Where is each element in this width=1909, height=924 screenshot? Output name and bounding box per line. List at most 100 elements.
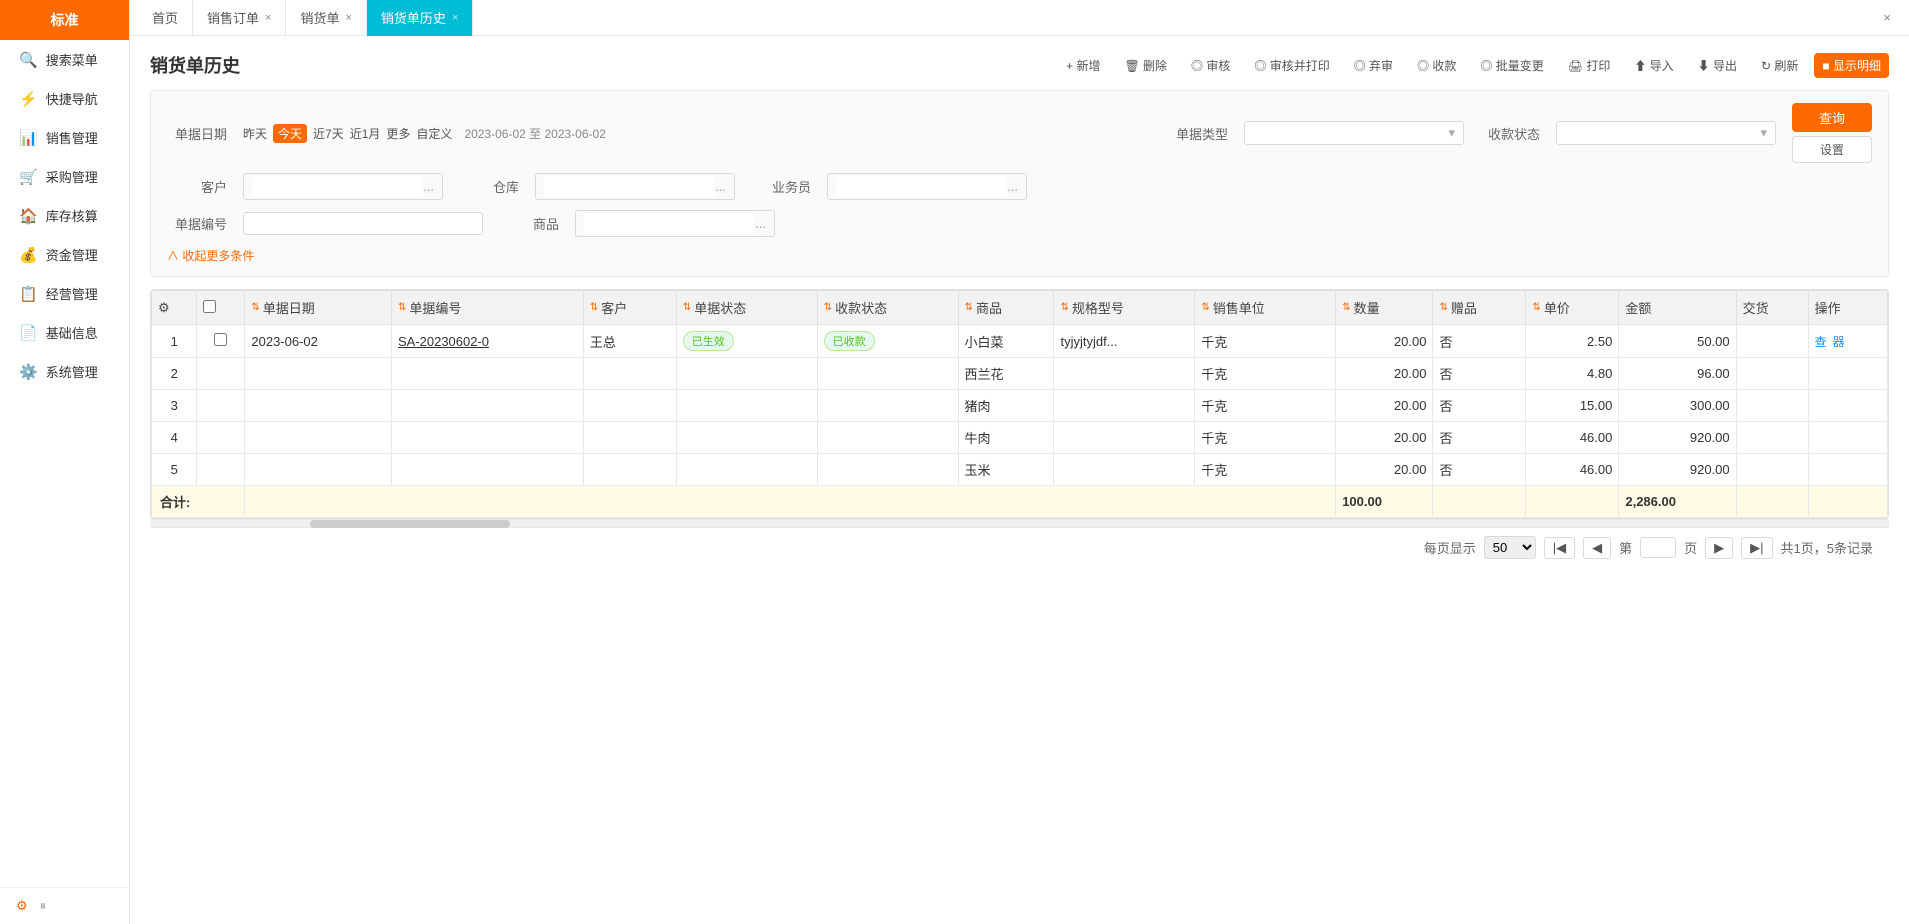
cell-trade — [1736, 454, 1808, 486]
page-first-button[interactable]: |◀ — [1544, 537, 1575, 559]
page-next-button[interactable]: ▶ — [1705, 537, 1733, 559]
th-customer-label: 客户 — [601, 298, 627, 317]
staff-input-wrap: ... — [827, 173, 1027, 200]
page-prev-button[interactable]: ◀ — [1583, 537, 1611, 559]
audit-button[interactable]: ◎ 审核 — [1183, 53, 1238, 78]
collect-status-label: 收款状态 — [1480, 124, 1540, 143]
th-spec[interactable]: ⇅规格型号 — [1054, 291, 1195, 325]
page-header: 销货单历史 + 新增 🗑 删除 ◎ 审核 ◎ 审核并打印 ◎ 弃审 ◎ 收款 ◎… — [150, 52, 1889, 78]
staff-input[interactable] — [836, 176, 1007, 197]
th-collect-status[interactable]: ⇅收款状态 — [817, 291, 958, 325]
th-price[interactable]: ⇅单价 — [1526, 291, 1619, 325]
select-all-checkbox[interactable] — [203, 300, 216, 313]
goods-input[interactable] — [584, 213, 755, 234]
sidebar-item-sales-mgmt[interactable]: 📊 销售管理 — [0, 118, 129, 157]
doc-type-select[interactable]: ▾ — [1244, 121, 1464, 145]
delete-button[interactable]: 🗑 删除 — [1116, 53, 1175, 78]
shortcut-more[interactable]: 更多 — [386, 125, 410, 142]
sidebar-item-finance-mgmt[interactable]: 💰 资金管理 — [0, 235, 129, 274]
th-doc-status[interactable]: ⇅单据状态 — [676, 291, 817, 325]
tab-sales-history-close[interactable]: × — [452, 12, 458, 24]
th-doc-no[interactable]: ⇅单据编号 — [391, 291, 583, 325]
per-page-select[interactable]: 50 100 200 — [1484, 536, 1536, 559]
print-button[interactable]: 🖨 打印 — [1560, 53, 1619, 78]
tab-sales-order-close[interactable]: × — [265, 12, 271, 24]
sidebar-item-label: 采购管理 — [46, 167, 98, 186]
sidebar-item-search-menu[interactable]: 🔍 搜索菜单 — [0, 40, 129, 79]
cell-date — [245, 454, 392, 486]
tab-sales-history[interactable]: 销货单历史 × — [367, 0, 473, 36]
goods-ellipsis[interactable]: ... — [755, 216, 766, 231]
shortcut-1month[interactable]: 近1月 — [350, 125, 381, 142]
warehouse-ellipsis[interactable]: ... — [715, 179, 726, 194]
action-btn[interactable]: 查 — [1815, 333, 1827, 350]
sidebar-item-purchase-mgmt[interactable]: 🛒 采购管理 — [0, 157, 129, 196]
page-input[interactable]: 1 — [1640, 537, 1676, 558]
tab-close-all[interactable]: × — [1873, 10, 1901, 25]
cell-customer — [583, 390, 676, 422]
cell-trade — [1736, 325, 1808, 358]
tab-home[interactable]: 首页 — [138, 0, 193, 36]
th-gear[interactable]: ⚙ — [152, 291, 197, 325]
page-last-button[interactable]: ▶| — [1741, 537, 1772, 559]
warehouse-input[interactable] — [544, 176, 715, 197]
th-amount: 金额 — [1619, 291, 1736, 325]
table-container: ⚙ ⇅单据日期 ⇅单据编号 ⇅客户 ⇅单据状态 ⇅收款状态 ⇅商品 ⇅规格型号 … — [150, 289, 1889, 519]
collapse-button[interactable]: ∧ 收起更多条件 — [167, 247, 1872, 264]
action-btn[interactable]: 器 — [1833, 333, 1845, 350]
export-button[interactable]: ⬇ 导出 — [1690, 53, 1745, 78]
audit-print-button[interactable]: ◎ 审核并打印 — [1246, 53, 1337, 78]
th-date[interactable]: ⇅单据日期 — [245, 291, 392, 325]
chevron-down-icon: ▾ — [1448, 125, 1455, 141]
customer-input[interactable] — [252, 176, 423, 197]
customer-ellipsis[interactable]: ... — [423, 179, 434, 194]
sidebar-item-sys-mgmt[interactable]: ⚙️ 系统管理 — [0, 352, 129, 391]
shortcut-today[interactable]: 今天 — [273, 124, 307, 143]
doc-no-input[interactable] — [243, 212, 483, 235]
sort-icon4: ⇅ — [683, 302, 691, 313]
th-amount-label: 金额 — [1625, 301, 1651, 316]
th-gift[interactable]: ⇅赠品 — [1433, 291, 1526, 325]
sidebar-item-ops-mgmt[interactable]: 📋 经营管理 — [0, 274, 129, 313]
setting-button[interactable]: 设置 — [1792, 136, 1872, 163]
date-control: 昨天 今天 近7天 近1月 更多 自定义 2023-06-02 至 2023-0… — [243, 124, 1152, 143]
refresh-button[interactable]: ↻ 刷新 — [1753, 53, 1806, 78]
query-button[interactable]: 查询 — [1792, 103, 1872, 132]
show-detail-button[interactable]: ■ 显示明细 — [1814, 53, 1889, 78]
sidebar-item-basic-info[interactable]: 📄 基础信息 — [0, 313, 129, 352]
sidebar-item-quick-nav[interactable]: ⚡ 快捷导航 — [0, 79, 129, 118]
shortcut-custom[interactable]: 自定义 — [416, 125, 452, 142]
date-label: 单据日期 — [167, 124, 227, 143]
import-button[interactable]: ⬆ 导入 — [1626, 53, 1681, 78]
th-customer[interactable]: ⇅客户 — [583, 291, 676, 325]
cell-unit: 千克 — [1195, 325, 1336, 358]
sidebar-item-stock-calc[interactable]: 🏠 库存核算 — [0, 196, 129, 235]
cell-doc_no[interactable]: SA-20230602-0 — [391, 325, 583, 358]
abandon-button[interactable]: ◎ 弃审 — [1346, 53, 1401, 78]
per-page-label: 每页显示 — [1424, 538, 1476, 557]
tab-sales-order[interactable]: 销售订单 × — [193, 0, 286, 36]
tab-sales-goods-close[interactable]: × — [345, 12, 351, 24]
th-goods[interactable]: ⇅商品 — [958, 291, 1054, 325]
sidebar-bottom-icon1[interactable]: ⚙ — [16, 898, 28, 914]
tab-sales-goods[interactable]: 销货单 × — [286, 0, 366, 36]
page-title: 销货单历史 — [150, 52, 1058, 78]
sort-icon9: ⇅ — [1342, 302, 1350, 313]
batch-change-button[interactable]: ◎ 批量变更 — [1472, 53, 1551, 78]
shortcut-yesterday[interactable]: 昨天 — [243, 125, 267, 142]
shortcut-7days[interactable]: 近7天 — [313, 125, 344, 142]
row-checkbox[interactable] — [214, 333, 227, 346]
sidebar-bottom-icon2[interactable]: ⏸ — [40, 898, 47, 914]
new-button[interactable]: + 新增 — [1058, 53, 1108, 78]
cell-price: 46.00 — [1526, 422, 1619, 454]
goods-label: 商品 — [499, 214, 559, 233]
cart-icon: 🛒 — [19, 168, 38, 186]
th-unit[interactable]: ⇅销售单位 — [1195, 291, 1336, 325]
cell-price: 4.80 — [1526, 358, 1619, 390]
th-qty[interactable]: ⇅数量 — [1336, 291, 1433, 325]
staff-ellipsis[interactable]: ... — [1007, 179, 1018, 194]
collect-status-select[interactable]: ▾ — [1556, 121, 1776, 145]
scrollbar-area[interactable] — [150, 519, 1889, 527]
scrollbar-thumb[interactable] — [310, 520, 510, 528]
collect-button[interactable]: ◎ 收款 — [1409, 53, 1464, 78]
